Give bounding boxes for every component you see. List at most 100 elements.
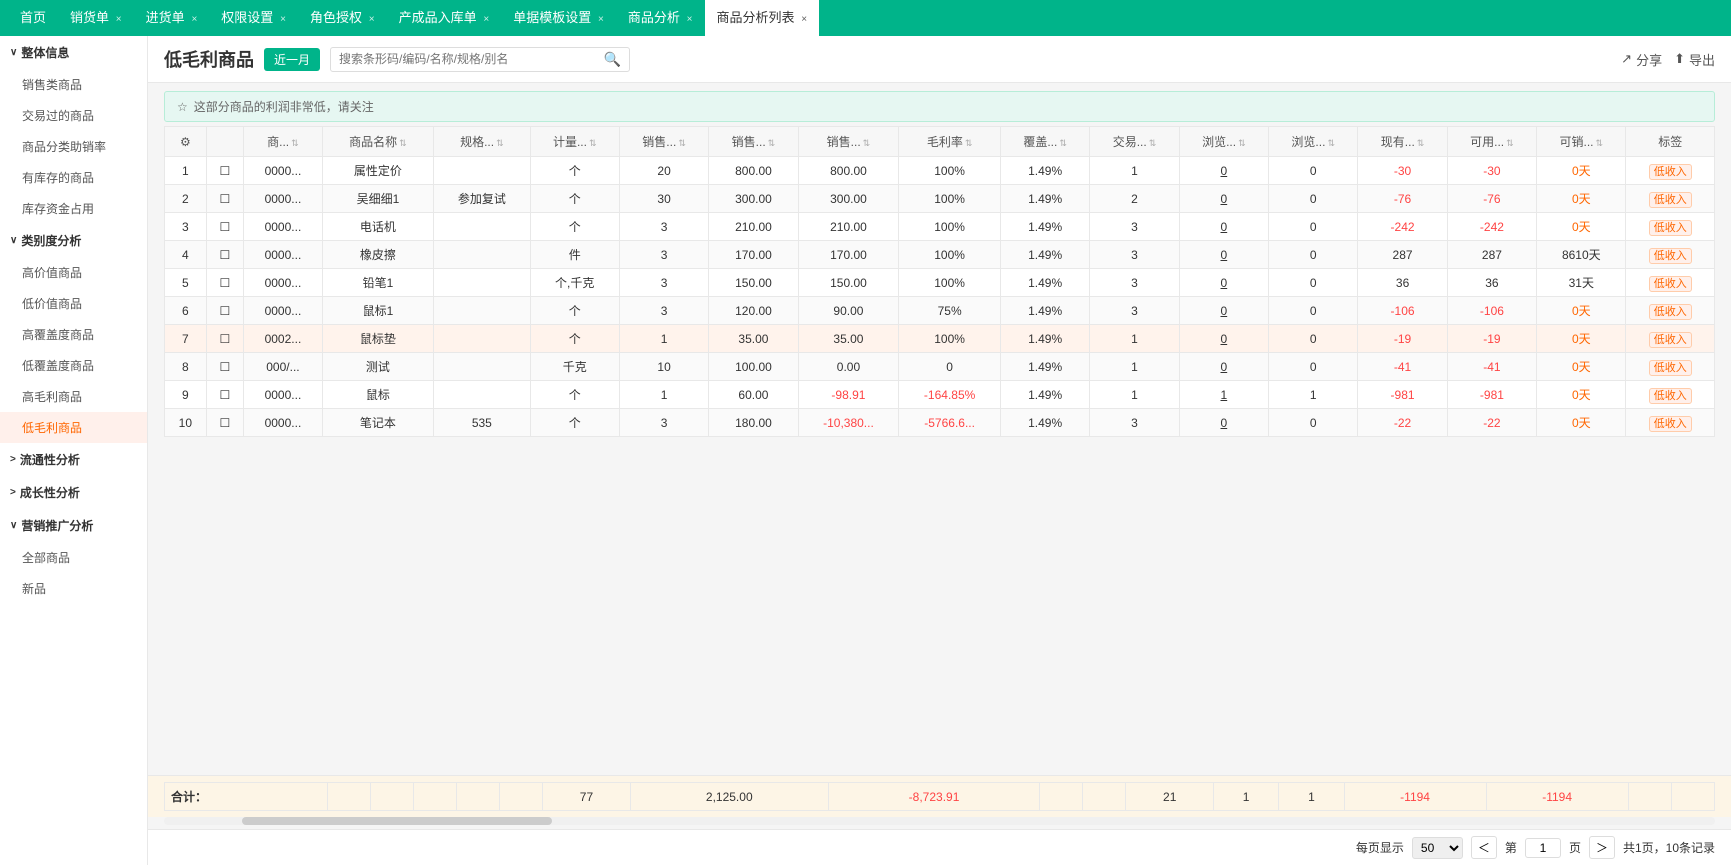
- sidebar-item-全部商品[interactable]: 全部商品: [0, 542, 147, 573]
- sort-icon-available_stock[interactable]: ⇅: [1506, 138, 1514, 149]
- sidebar-group-流通性分析[interactable]: >流通性分析: [0, 443, 147, 476]
- nav-item-首页[interactable]: 首页: [8, 0, 58, 36]
- sort-icon-code[interactable]: ⇅: [291, 138, 299, 149]
- col-header-views1[interactable]: 浏览...⇅: [1179, 127, 1268, 157]
- sidebar-item-销售类商品[interactable]: 销售类商品: [0, 69, 147, 100]
- row-views1[interactable]: 0: [1179, 297, 1268, 325]
- col-header-available_stock[interactable]: 可用...⇅: [1447, 127, 1536, 157]
- col-header-sales_profit[interactable]: 销售...⇅: [798, 127, 899, 157]
- sort-icon-spec[interactable]: ⇅: [496, 138, 504, 149]
- sort-icon-sales_qty[interactable]: ⇅: [678, 138, 686, 149]
- sidebar-group-营销推广分析[interactable]: ∨营销推广分析: [0, 509, 147, 542]
- sidebar-item-高价值商品[interactable]: 高价值商品: [0, 257, 147, 288]
- col-header-spec[interactable]: 规格...⇅: [434, 127, 530, 157]
- scrollbar-thumb[interactable]: [242, 817, 552, 825]
- row-views1[interactable]: 0: [1179, 185, 1268, 213]
- sort-icon-current_stock[interactable]: ⇅: [1417, 138, 1425, 149]
- share-button[interactable]: ↗ 分享: [1621, 50, 1662, 69]
- sidebar-item-高毛利商品[interactable]: 高毛利商品: [0, 381, 147, 412]
- row-views1[interactable]: 0: [1179, 409, 1268, 437]
- col-header-sales_amount[interactable]: 销售...⇅: [709, 127, 798, 157]
- row-views1[interactable]: 0: [1179, 353, 1268, 381]
- col-header-coverage[interactable]: 覆盖...⇅: [1000, 127, 1089, 157]
- row-checkbox[interactable]: ☐: [206, 241, 244, 269]
- sidebar-group-成长性分析[interactable]: >成长性分析: [0, 476, 147, 509]
- per-page-select[interactable]: 50 20 100: [1412, 837, 1463, 859]
- row-no: 6: [165, 297, 207, 325]
- row-views1[interactable]: 0: [1179, 157, 1268, 185]
- nav-item-商品分析列表[interactable]: 商品分析列表 ×: [705, 0, 820, 36]
- row-trade-count: 1: [1090, 157, 1179, 185]
- row-views1[interactable]: 1: [1179, 381, 1268, 409]
- nav-item-权限设置[interactable]: 权限设置 ×: [209, 0, 298, 36]
- sidebar-item-有库存的商品[interactable]: 有库存的商品: [0, 162, 147, 193]
- col-header-trade_count[interactable]: 交易...⇅: [1090, 127, 1179, 157]
- search-input[interactable]: [339, 52, 604, 66]
- row-checkbox[interactable]: ☐: [206, 409, 244, 437]
- sidebar-item-库存资金占用[interactable]: 库存资金占用: [0, 193, 147, 224]
- sidebar-item-高覆盖度商品[interactable]: 高覆盖度商品: [0, 319, 147, 350]
- nav-close-icon[interactable]: ×: [113, 14, 122, 25]
- page-number-input[interactable]: [1525, 838, 1561, 858]
- sidebar-item-低覆盖度商品[interactable]: 低覆盖度商品: [0, 350, 147, 381]
- nav-close-icon[interactable]: ×: [481, 14, 490, 25]
- row-views1[interactable]: 0: [1179, 269, 1268, 297]
- nav-item-商品分析[interactable]: 商品分析 ×: [616, 0, 705, 36]
- row-coverage: 1.49%: [1000, 325, 1089, 353]
- sort-icon-trade_count[interactable]: ⇅: [1149, 138, 1157, 149]
- col-header-views2[interactable]: 浏览...⇅: [1269, 127, 1358, 157]
- row-tag: 低收入: [1626, 185, 1715, 213]
- nav-item-单据模板设置[interactable]: 单据模板设置 ×: [501, 0, 616, 36]
- row-views1[interactable]: 0: [1179, 213, 1268, 241]
- sort-icon-saleable_days[interactable]: ⇅: [1596, 138, 1604, 149]
- sort-icon-coverage[interactable]: ⇅: [1059, 138, 1067, 149]
- row-views1[interactable]: 0: [1179, 241, 1268, 269]
- sort-icon-views1[interactable]: ⇅: [1238, 138, 1246, 149]
- nav-close-icon[interactable]: ×: [799, 14, 808, 25]
- sort-icon-sales_amount[interactable]: ⇅: [768, 138, 776, 149]
- sort-icon-sales_profit[interactable]: ⇅: [863, 138, 871, 149]
- nav-close-icon[interactable]: ×: [277, 14, 286, 25]
- col-header-name[interactable]: 商品名称⇅: [322, 127, 433, 157]
- col-header-current_stock[interactable]: 现有...⇅: [1358, 127, 1447, 157]
- row-checkbox[interactable]: ☐: [206, 325, 244, 353]
- prev-page-button[interactable]: ＜: [1471, 836, 1497, 859]
- sidebar-item-新品[interactable]: 新品: [0, 573, 147, 604]
- scrollbar-area[interactable]: [164, 817, 1715, 825]
- sidebar-group-类别度分析[interactable]: ∨类别度分析: [0, 224, 147, 257]
- nav-item-产成品入库单[interactable]: 产成品入库单 ×: [387, 0, 502, 36]
- row-checkbox[interactable]: ☐: [206, 353, 244, 381]
- nav-close-icon[interactable]: ×: [684, 14, 693, 25]
- row-checkbox[interactable]: ☐: [206, 157, 244, 185]
- row-checkbox[interactable]: ☐: [206, 269, 244, 297]
- filter-button[interactable]: 近一月: [264, 48, 320, 71]
- sort-icon-gross_margin[interactable]: ⇅: [965, 138, 973, 149]
- row-checkbox[interactable]: ☐: [206, 213, 244, 241]
- row-checkbox[interactable]: ☐: [206, 381, 244, 409]
- sidebar-item-交易过的商品[interactable]: 交易过的商品: [0, 100, 147, 131]
- nav-close-icon[interactable]: ×: [366, 14, 375, 25]
- col-header-sales_qty[interactable]: 销售...⇅: [619, 127, 708, 157]
- nav-item-角色授权[interactable]: 角色授权 ×: [298, 0, 387, 36]
- nav-item-销货单[interactable]: 销货单 ×: [58, 0, 134, 36]
- col-header-gross_margin[interactable]: 毛利率⇅: [899, 127, 1001, 157]
- sort-icon-views2[interactable]: ⇅: [1327, 138, 1335, 149]
- row-views1[interactable]: 0: [1179, 325, 1268, 353]
- sort-icon-unit[interactable]: ⇅: [589, 138, 597, 149]
- row-checkbox[interactable]: ☐: [206, 185, 244, 213]
- nav-close-icon[interactable]: ×: [189, 14, 198, 25]
- sidebar-group-整体信息[interactable]: ∨整体信息: [0, 36, 147, 69]
- sort-icon-name[interactable]: ⇅: [399, 138, 407, 149]
- col-header-code[interactable]: 商...⇅: [244, 127, 323, 157]
- nav-close-icon[interactable]: ×: [595, 14, 604, 25]
- col-header-saleable_days[interactable]: 可销...⇅: [1537, 127, 1626, 157]
- search-icon[interactable]: 🔍: [604, 51, 621, 68]
- sidebar-item-低毛利商品[interactable]: 低毛利商品: [0, 412, 147, 443]
- nav-item-进货单[interactable]: 进货单 ×: [134, 0, 210, 36]
- col-header-unit[interactable]: 计量...⇅: [530, 127, 619, 157]
- sidebar-item-商品分类助销率[interactable]: 商品分类助销率: [0, 131, 147, 162]
- export-button[interactable]: ⬆ 导出: [1674, 50, 1715, 69]
- row-checkbox[interactable]: ☐: [206, 297, 244, 325]
- sidebar-item-低价值商品[interactable]: 低价值商品: [0, 288, 147, 319]
- next-page-button[interactable]: ＞: [1589, 836, 1615, 859]
